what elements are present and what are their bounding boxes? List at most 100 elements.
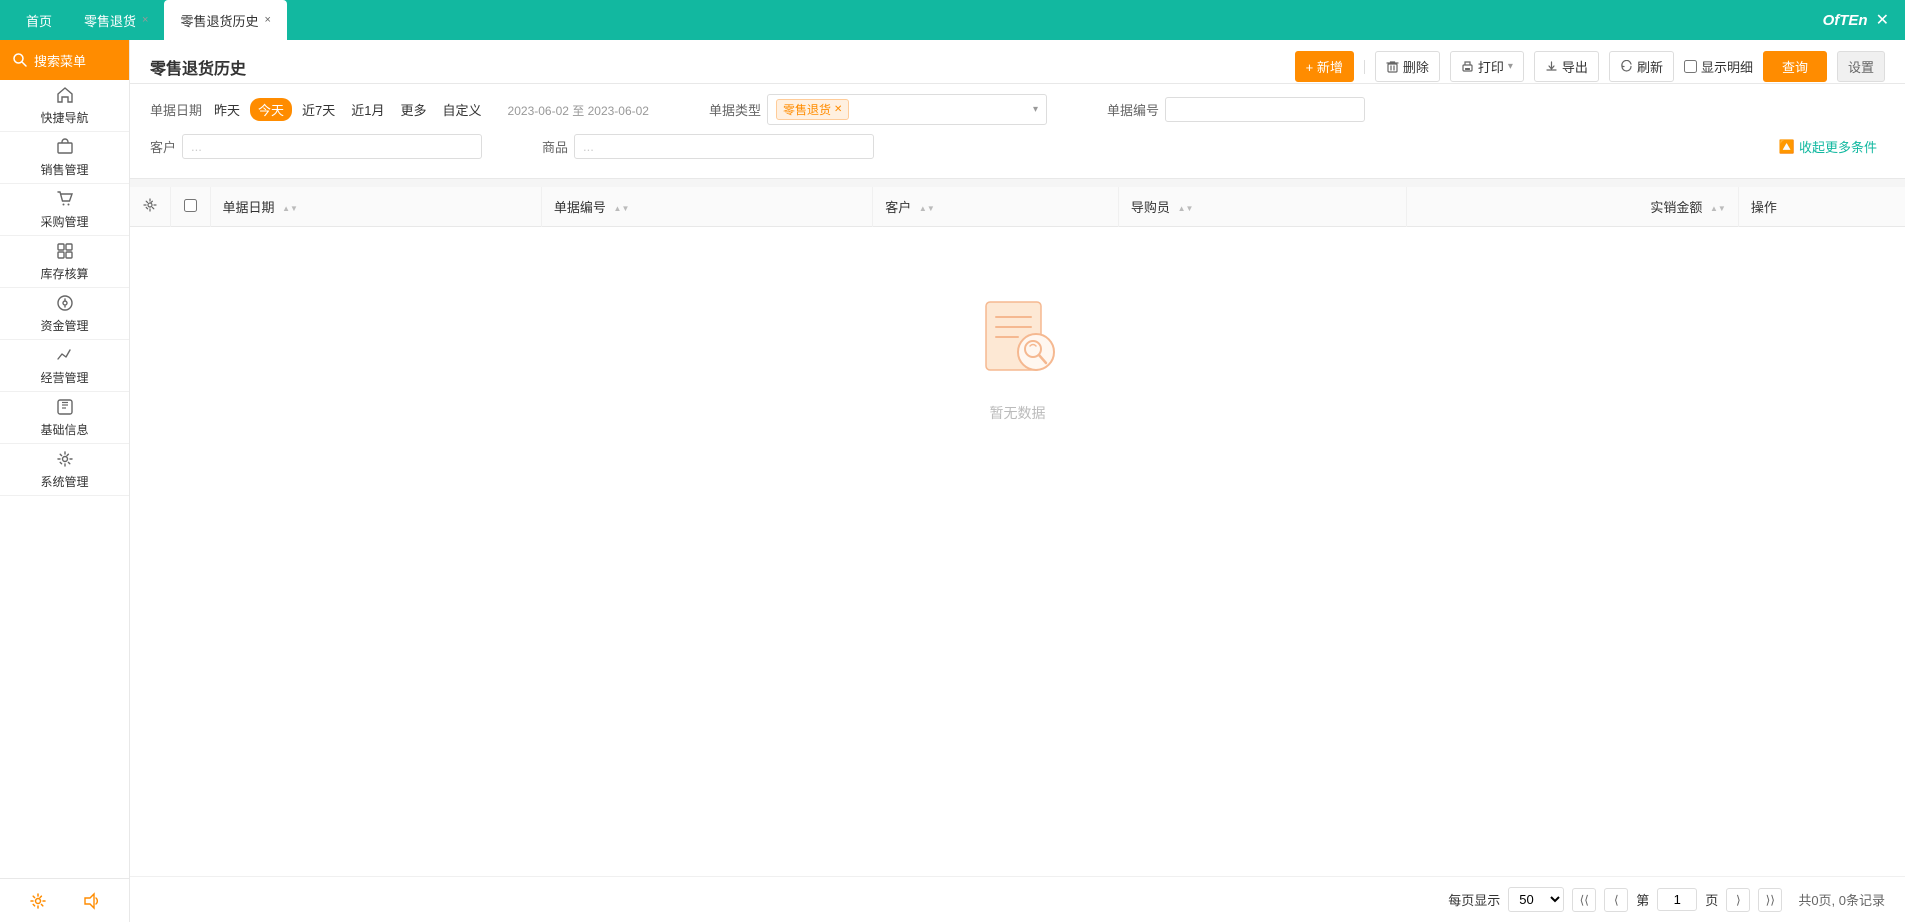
goods-placeholder: ... (583, 139, 594, 154)
collapse-label: 收起更多条件 (1799, 137, 1877, 156)
bill-type-tag: 零售退货 ✕ (776, 99, 849, 120)
sidebar-search[interactable]: 搜索菜单 (0, 40, 129, 80)
sidebar-item-operations[interactable]: 经营管理 (0, 340, 129, 392)
page-size-select[interactable]: 10 20 50 100 (1508, 887, 1564, 912)
th-checkbox (170, 187, 210, 227)
sidebar-item-basic-info[interactable]: 基础信息 (0, 392, 129, 444)
delete-label: 删除 (1403, 57, 1429, 76)
th-bill-no: 单据编号 ▲▼ (541, 187, 872, 227)
sidebar-item-sales-label: 销售管理 (40, 161, 88, 178)
sidebar-item-finance[interactable]: 资金管理 (0, 288, 129, 340)
sort-bill-no[interactable]: ▲▼ (614, 204, 630, 213)
th-bill-date: 单据日期 ▲▼ (210, 187, 541, 227)
delete-button[interactable]: 删除 (1375, 51, 1440, 82)
home-icon (55, 85, 75, 105)
customer-label: 客户 (150, 137, 176, 156)
export-label: 导出 (1562, 57, 1588, 76)
pagination-total: 共0页, 0条记录 (1798, 890, 1885, 909)
goods-group: 商品 ... (542, 134, 874, 159)
collapse-button[interactable]: 🔼 收起更多条件 (1771, 133, 1885, 160)
brand-label: OfTEn (1823, 12, 1868, 29)
tab-home[interactable]: 首页 (10, 0, 68, 40)
export-icon (1545, 60, 1558, 73)
th-settings (130, 187, 170, 227)
date-btn-7days[interactable]: 近7天 (296, 98, 341, 121)
page-title: 零售退货历史 (150, 55, 246, 79)
export-button[interactable]: 导出 (1534, 51, 1599, 82)
settings-button[interactable]: 设置 (1837, 51, 1885, 82)
page-prev-button[interactable]: ⟨ (1604, 888, 1628, 912)
column-settings-icon[interactable] (143, 198, 157, 212)
bill-no-input[interactable] (1165, 97, 1365, 122)
print-button[interactable]: 打印 ▾ (1450, 51, 1524, 82)
bill-type-tag-close[interactable]: ✕ (834, 104, 842, 115)
empty-icon (968, 287, 1068, 387)
inventory-icon (55, 241, 75, 261)
page-size-label: 每页显示 (1448, 890, 1500, 909)
bill-no-label: 单据编号 (1107, 100, 1159, 119)
sort-customer[interactable]: ▲▼ (919, 204, 935, 213)
th-guide-label: 导购员 (1131, 200, 1170, 215)
goods-select[interactable]: ... (574, 134, 874, 159)
filter-area: 单据日期 昨天 今天 近7天 近1月 更多 自定义 2023-06-02 至 2… (130, 84, 1905, 179)
tab-retail-return-history-close[interactable]: × (264, 14, 270, 26)
bill-type-select[interactable]: 零售退货 ✕ ▾ (767, 94, 1047, 125)
page-header: 零售退货历史 + 新增 删除 打印 ▾ 导出 (130, 40, 1905, 84)
select-all-checkbox[interactable] (184, 199, 197, 212)
page-last-button[interactable]: ⟩⟩ (1758, 888, 1782, 912)
sidebar-item-inventory-label: 库存核算 (40, 265, 88, 282)
sort-bill-date[interactable]: ▲▼ (282, 204, 298, 213)
sort-guide[interactable]: ▲▼ (1178, 204, 1194, 213)
sidebar-item-basic-info-label: 基础信息 (40, 421, 88, 438)
system-icon (55, 449, 75, 469)
data-table: 单据日期 ▲▼ 单据编号 ▲▼ 客户 ▲▼ (130, 187, 1905, 227)
page-next-button[interactable]: ⟩ (1726, 888, 1750, 912)
sidebar: 搜索菜单 快捷导航 销售管理 采购管理 库存核算 (0, 40, 130, 922)
date-btn-more[interactable]: 更多 (395, 98, 433, 121)
page-first-button[interactable]: ⟨⟨ (1572, 888, 1596, 912)
topbar-right: OfTEn ✕ (1823, 10, 1905, 30)
date-btn-custom[interactable]: 自定义 (437, 98, 488, 121)
bill-date-label: 单据日期 (150, 100, 202, 119)
refresh-button[interactable]: 刷新 (1609, 51, 1674, 82)
date-btn-1month[interactable]: 近1月 (345, 98, 390, 121)
sidebar-item-purchase-label: 采购管理 (40, 213, 88, 230)
main-content: 零售退货历史 + 新增 删除 打印 ▾ 导出 (130, 40, 1905, 922)
show-detail-checkbox[interactable] (1684, 60, 1697, 73)
sidebar-item-sales[interactable]: 销售管理 (0, 132, 129, 184)
empty-state: 暂无数据 (130, 227, 1905, 483)
sort-amount[interactable]: ▲▼ (1710, 204, 1726, 213)
tab-retail-return-label: 零售退货 (84, 11, 136, 30)
th-amount-label: 实销金额 (1650, 200, 1702, 215)
date-btn-today[interactable]: 今天 (250, 98, 292, 121)
tab-retail-return-history[interactable]: 零售退货历史 × (164, 0, 286, 40)
th-customer: 客户 ▲▼ (873, 187, 1119, 227)
sidebar-item-inventory[interactable]: 库存核算 (0, 236, 129, 288)
bill-type-dropdown-icon[interactable]: ▾ (1033, 104, 1038, 115)
customer-select[interactable]: ... (182, 134, 482, 159)
sidebar-item-finance-label: 资金管理 (40, 317, 88, 334)
tab-retail-return-history-label: 零售退货历史 (180, 11, 258, 30)
show-detail-checkbox-label[interactable]: 显示明细 (1684, 57, 1753, 76)
page-number-input[interactable]: 1 (1657, 888, 1697, 911)
print-dropdown-icon[interactable]: ▾ (1508, 61, 1513, 72)
tab-retail-return[interactable]: 零售退货 × (68, 0, 164, 40)
window-close-icon[interactable]: ✕ (1876, 10, 1889, 30)
refresh-label: 刷新 (1637, 57, 1663, 76)
sidebar-item-system-label: 系统管理 (40, 473, 88, 490)
date-btn-yesterday[interactable]: 昨天 (208, 98, 246, 121)
query-button[interactable]: 查询 (1763, 51, 1827, 82)
new-button[interactable]: + 新增 (1295, 51, 1354, 82)
bill-type-group: 单据类型 零售退货 ✕ ▾ (709, 94, 1047, 125)
th-bill-no-label: 单据编号 (554, 200, 606, 215)
sidebar-item-purchase[interactable]: 采购管理 (0, 184, 129, 236)
tab-list: 首页 零售退货 × 零售退货历史 × (10, 0, 1823, 40)
sidebar-item-quick-nav[interactable]: 快捷导航 (0, 80, 129, 132)
refresh-icon (1620, 60, 1633, 73)
print-icon (1461, 60, 1474, 73)
sidebar-item-system[interactable]: 系统管理 (0, 444, 129, 496)
tab-retail-return-close[interactable]: × (142, 14, 148, 26)
sidebar-settings-icon[interactable] (24, 887, 52, 915)
th-action: 操作 (1738, 187, 1905, 227)
sidebar-audio-icon[interactable] (77, 887, 105, 915)
